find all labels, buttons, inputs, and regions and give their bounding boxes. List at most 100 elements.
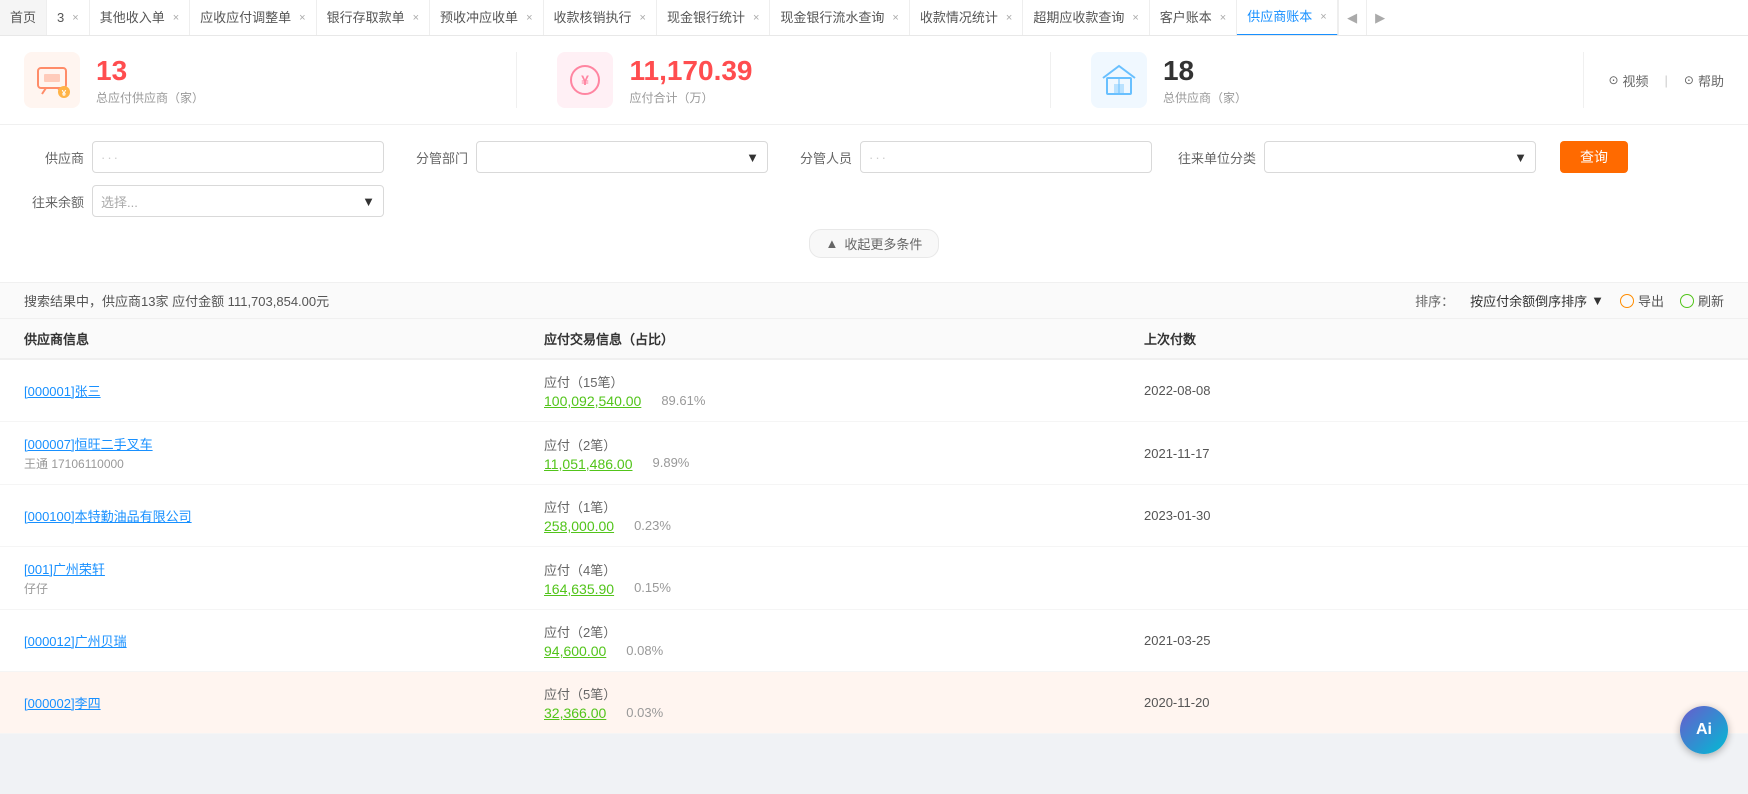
close-icon[interactable]: × <box>526 0 532 36</box>
supplier-link[interactable]: [000100]本特勤油品有限公司 <box>24 506 544 525</box>
balance-select[interactable]: 选择... ▼ <box>92 185 384 217</box>
close-icon[interactable]: × <box>413 0 419 36</box>
nav-tab-3[interactable]: 3 × <box>47 0 90 36</box>
person-label: 分管人员 <box>792 148 852 167</box>
tx-amount-link[interactable]: 164,635.90 <box>544 581 614 597</box>
nav-cash-bank-stat[interactable]: 现金银行统计 × <box>657 0 770 36</box>
filter-row-1: 供应商 ··· 分管部门 ▼ 分管人员 ··· 往来单位分类 ▼ <box>24 141 1724 173</box>
supplier-link[interactable]: [000012]广州贝瑞 <box>24 631 544 650</box>
table-row: [000001]张三 应付（15笔） 100,092,540.00 89.61%… <box>0 360 1748 422</box>
table-header: 供应商信息 应付交易信息（占比） 上次付数 <box>0 319 1748 360</box>
supplier-link[interactable]: [001]广州荣轩 <box>24 559 544 578</box>
close-icon[interactable]: × <box>1220 0 1226 36</box>
card-icon-suppliers: ¥ <box>24 52 80 108</box>
filter-dept: 分管部门 ▼ <box>408 141 768 173</box>
nav-prepay-offset[interactable]: 预收冲应收单 × <box>430 0 543 36</box>
help-link[interactable]: ⊙ 帮助 <box>1684 71 1724 90</box>
svg-text:¥: ¥ <box>62 89 67 98</box>
supplier-label: 供应商 <box>24 148 84 167</box>
chevron-down-icon: ▼ <box>746 150 759 165</box>
tx-cell: 应付（15笔） 100,092,540.00 89.61% <box>544 372 1144 409</box>
dept-label: 分管部门 <box>408 148 468 167</box>
card1-number: 13 <box>96 54 204 88</box>
lastpay-cell: 2023-01-30 <box>1144 508 1724 523</box>
export-icon <box>1620 294 1634 308</box>
chevron-down-icon: ▼ <box>1514 150 1527 165</box>
card1-label: 总应付供应商（家） <box>96 89 204 106</box>
supplier-input[interactable]: ··· <box>92 141 384 173</box>
chevron-down-icon: ▼ <box>1591 293 1604 308</box>
supplier-link[interactable]: [000002]李四 <box>24 693 544 712</box>
filter-balance: 往来余额 选择... ▼ <box>24 185 384 217</box>
close-icon[interactable]: × <box>72 0 78 36</box>
table-row: [000012]广州贝瑞 应付（2笔） 94,600.00 0.08% 2021… <box>0 610 1748 672</box>
nav-ar-ap-adjust[interactable]: 应收应付调整单 × <box>190 0 316 36</box>
lastpay-cell: 2022-08-08 <box>1144 383 1724 398</box>
supplier-cell: [000007]恒旺二手叉车 王通 17106110000 <box>24 434 544 472</box>
supplier-cell: [000100]本特勤油品有限公司 <box>24 506 544 525</box>
close-icon[interactable]: × <box>1132 0 1138 36</box>
tx-amount-link[interactable]: 100,092,540.00 <box>544 393 641 409</box>
nav-overdue-query[interactable]: 超期应收款查询 × <box>1023 0 1149 36</box>
category-select[interactable]: ▼ <box>1264 141 1536 173</box>
balance-label: 往来余额 <box>24 192 84 211</box>
help-area: ⊙ 视频 | ⊙ 帮助 <box>1584 71 1724 90</box>
nav-prev-arrow[interactable]: ◀ <box>1338 0 1366 36</box>
supplier-cell: [000001]张三 <box>24 381 544 400</box>
nav-other-income[interactable]: 其他收入单 × <box>90 0 190 36</box>
refresh-icon <box>1680 294 1694 308</box>
close-icon[interactable]: × <box>1320 0 1326 35</box>
filter-supplier: 供应商 ··· <box>24 141 384 173</box>
query-button[interactable]: 查询 <box>1560 141 1628 173</box>
person-input[interactable]: ··· <box>860 141 1152 173</box>
close-icon[interactable]: × <box>299 0 305 36</box>
supplier-cell: [000002]李四 <box>24 693 544 712</box>
nav-receipt-stat[interactable]: 收款情况统计 × <box>910 0 1023 36</box>
card-icon-payable: ¥ <box>557 52 613 108</box>
nav-bank-deposit[interactable]: 银行存取款单 × <box>317 0 430 36</box>
filter-row-2: 往来余额 选择... ▼ <box>24 185 1724 217</box>
card3-label: 总供应商（家） <box>1163 89 1247 106</box>
sort-select[interactable]: 按应付余额倒序排序 ▼ <box>1470 291 1604 310</box>
nav-next-arrow[interactable]: ▶ <box>1366 0 1394 36</box>
nav-cash-flow-query[interactable]: 现金银行流水查询 × <box>770 0 909 36</box>
export-button[interactable]: 导出 <box>1620 291 1664 310</box>
lastpay-cell: 2020-11-20 <box>1144 695 1724 710</box>
tx-cell: 应付（5笔） 32,366.00 0.03% <box>544 684 1144 721</box>
ai-button[interactable]: Ai <box>1680 706 1728 754</box>
supplier-cell: [001]广州荣轩 仔仔 <box>24 559 544 597</box>
close-icon[interactable]: × <box>753 0 759 36</box>
card3-number: 18 <box>1163 54 1247 88</box>
nav-receipt-exec[interactable]: 收款核销执行 × <box>544 0 657 36</box>
collapse-button[interactable]: ▲ 收起更多条件 <box>809 229 940 258</box>
results-actions: 排序： 按应付余额倒序排序 ▼ 导出 刷新 <box>1415 291 1724 310</box>
separator: | <box>1665 73 1668 88</box>
tx-amount-link[interactable]: 32,366.00 <box>544 705 606 721</box>
col-header-tx: 应付交易信息（占比） <box>544 329 1144 348</box>
close-icon[interactable]: × <box>1006 0 1012 36</box>
supplier-link[interactable]: [000007]恒旺二手叉车 <box>24 434 544 453</box>
nav-supplier-ledger[interactable]: 供应商账本 × <box>1237 0 1337 36</box>
supplier-link[interactable]: [000001]张三 <box>24 381 544 400</box>
video-link[interactable]: ⊙ 视频 <box>1608 71 1648 90</box>
close-icon[interactable]: × <box>640 0 646 36</box>
filter-person: 分管人员 ··· <box>792 141 1152 173</box>
tx-amount-link[interactable]: 94,600.00 <box>544 643 606 659</box>
results-summary-text: 搜索结果中，供应商13家 应付金额 111,703,854.00元 <box>24 291 329 310</box>
summary-card-total-suppliers: 18 总供应商（家） <box>1051 52 1584 108</box>
table-row: [000007]恒旺二手叉车 王通 17106110000 应付（2笔） 11,… <box>0 422 1748 485</box>
card3-info: 18 总供应商（家） <box>1163 54 1247 107</box>
nav-home[interactable]: 首页 <box>0 0 47 36</box>
filter-area: 供应商 ··· 分管部门 ▼ 分管人员 ··· 往来单位分类 ▼ <box>0 125 1748 283</box>
results-bar: 搜索结果中，供应商13家 应付金额 111,703,854.00元 排序： 按应… <box>0 283 1748 319</box>
nav-customer-ledger[interactable]: 客户账本 × <box>1150 0 1237 36</box>
filter-category: 往来单位分类 ▼ <box>1176 141 1536 173</box>
tx-amount-link[interactable]: 11,051,486.00 <box>544 456 633 472</box>
card2-number: 11,170.39 <box>629 54 752 88</box>
close-icon[interactable]: × <box>173 0 179 36</box>
card2-label: 应付合计（万） <box>629 89 752 106</box>
refresh-button[interactable]: 刷新 <box>1680 291 1724 310</box>
dept-select[interactable]: ▼ <box>476 141 768 173</box>
close-icon[interactable]: × <box>892 0 898 36</box>
tx-amount-link[interactable]: 258,000.00 <box>544 518 614 534</box>
